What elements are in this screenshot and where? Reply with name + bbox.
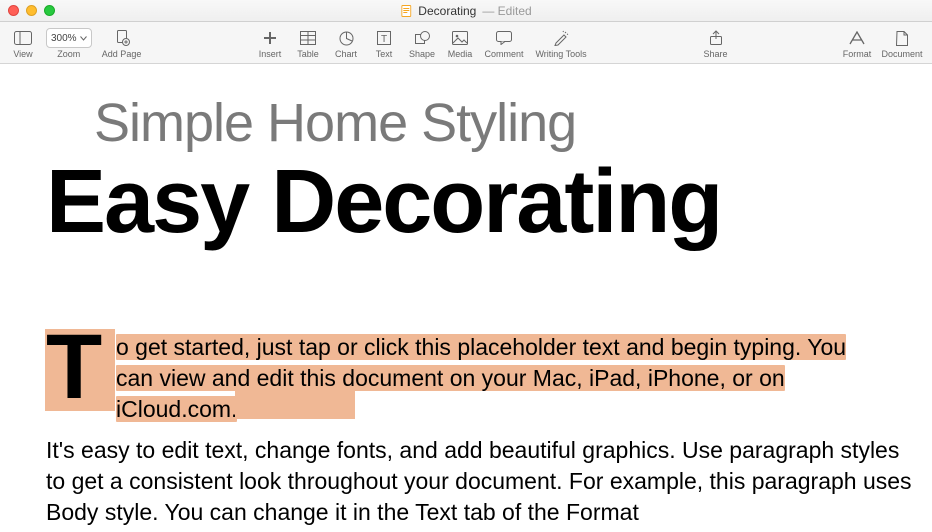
document-icon: [400, 5, 412, 17]
text-icon: T: [377, 28, 391, 48]
insert-button[interactable]: Insert: [253, 26, 287, 59]
share-icon: [709, 28, 723, 48]
insert-icon: [263, 28, 277, 48]
selected-text-line1[interactable]: o get started, just tap or click this pl…: [116, 334, 846, 360]
body-text[interactable]: T o get started, just tap or click this …: [46, 332, 922, 528]
selected-text-line2[interactable]: can view and edit this document on your …: [116, 365, 785, 391]
selection-tail: [235, 391, 355, 419]
maximize-button[interactable]: [44, 5, 55, 16]
sidebar-icon: [14, 28, 32, 48]
traffic-lights: [8, 5, 55, 16]
close-button[interactable]: [8, 5, 19, 16]
toolbar: View 300% Zoom Add Page Insert: [0, 22, 932, 64]
table-icon: [300, 28, 316, 48]
document-canvas[interactable]: Simple Home Styling Easy Decorating T o …: [0, 64, 932, 532]
comment-button[interactable]: Comment: [481, 26, 527, 59]
subheading[interactable]: Simple Home Styling: [94, 92, 922, 154]
minimize-button[interactable]: [26, 5, 37, 16]
chevron-down-icon: [80, 36, 87, 41]
writing-tools-icon: [553, 28, 569, 48]
drop-cap[interactable]: T: [46, 328, 102, 406]
table-button[interactable]: Table: [291, 26, 325, 59]
format-icon: [848, 28, 866, 48]
format-button[interactable]: Format: [840, 26, 874, 59]
view-button[interactable]: View: [6, 26, 40, 59]
media-icon: [452, 28, 468, 48]
window-titlebar: Decorating — Edited: [0, 0, 932, 22]
comment-icon: [496, 28, 512, 48]
selected-text-line3[interactable]: iCloud.com.: [116, 396, 237, 422]
chart-button[interactable]: Chart: [329, 26, 363, 59]
svg-text:T: T: [381, 34, 387, 45]
heading[interactable]: Easy Decorating: [46, 160, 922, 246]
zoom-value: 300%: [51, 33, 77, 44]
add-page-button[interactable]: Add Page: [98, 26, 146, 59]
zoom-dropdown[interactable]: 300% Zoom: [44, 26, 94, 59]
document-button[interactable]: Document: [878, 26, 926, 59]
text-button[interactable]: T Text: [367, 26, 401, 59]
shape-icon: [415, 28, 430, 48]
window-title: Decorating — Edited: [400, 4, 531, 18]
edited-indicator: — Edited: [482, 4, 531, 18]
share-button[interactable]: Share: [699, 26, 733, 59]
add-page-icon: [114, 28, 130, 48]
document-title: Decorating: [418, 4, 476, 18]
chart-icon: [339, 28, 354, 48]
shape-button[interactable]: Shape: [405, 26, 439, 59]
document-panel-icon: [896, 28, 908, 48]
writing-tools-button[interactable]: Writing Tools: [531, 26, 591, 59]
paragraph-body[interactable]: It's easy to edit text, change fonts, an…: [46, 435, 922, 528]
media-button[interactable]: Media: [443, 26, 477, 59]
